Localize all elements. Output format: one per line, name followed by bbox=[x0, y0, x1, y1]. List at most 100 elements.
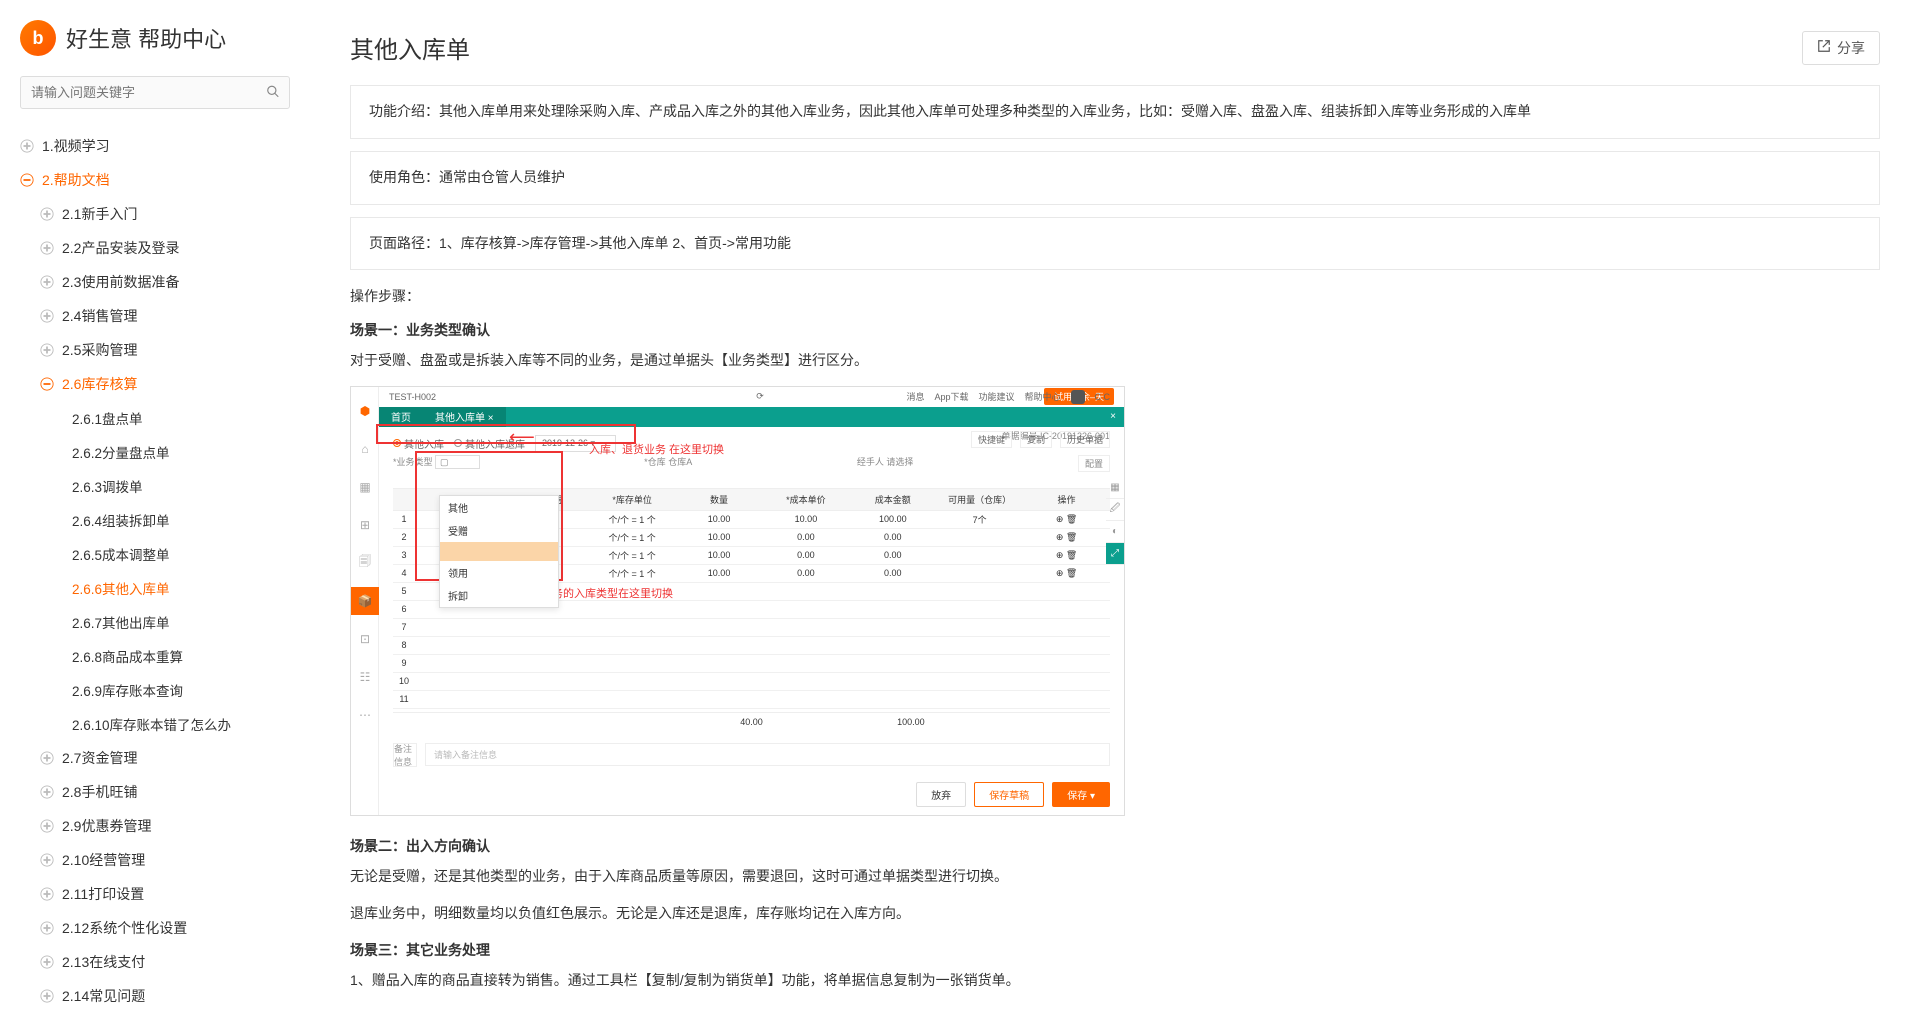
ss-biztype-dropdown: 其他受赠 领用拆卸 bbox=[439, 495, 559, 608]
ss-tool-icon: ▦ bbox=[1106, 477, 1124, 499]
intro-label: 功能介绍： bbox=[369, 103, 439, 119]
plus-icon bbox=[40, 207, 54, 221]
nav-item-l1[interactable]: 1.视频学习 bbox=[20, 129, 310, 163]
nav-item-l2[interactable]: 2.10经营管理 bbox=[20, 843, 310, 877]
ss-nav-icon: ☷ bbox=[351, 663, 379, 691]
ss-config-button: 配置 bbox=[1078, 455, 1110, 472]
annotation-1: 入库、退货业务 在这里切换 bbox=[589, 441, 724, 457]
ss-top-link: 帮助中心 bbox=[1024, 390, 1060, 403]
scene3-text: 1、赠品入库的商品直接转为销售。通过工具栏【复制/复制为销货单】功能，将单据信息… bbox=[350, 968, 1880, 993]
ss-total-amount: 100.00 bbox=[871, 717, 951, 727]
scene3-title: 场景三：其它业务处理 bbox=[350, 940, 1880, 960]
ss-top-link: App下载 bbox=[934, 390, 968, 403]
ss-empty-row: 10 bbox=[393, 673, 1110, 691]
nav-item-l3[interactable]: 2.6.7其他出库单 bbox=[20, 605, 310, 639]
nav-item-l3[interactable]: 2.6.4组装拆卸单 bbox=[20, 503, 310, 537]
ss-nav-icon: ⋯ bbox=[351, 701, 379, 729]
nav-item-l3[interactable]: 2.6.8商品成本重算 bbox=[20, 639, 310, 673]
ss-logo-icon: ⬢ bbox=[351, 397, 379, 425]
nav-item-l2[interactable]: 2.8手机旺铺 bbox=[20, 775, 310, 809]
ss-dropdown-item: 拆卸 bbox=[440, 584, 558, 607]
role-text: 通常由仓管人员维护 bbox=[439, 169, 565, 185]
search-icon[interactable] bbox=[266, 84, 280, 101]
ss-top-link: 消息 bbox=[906, 390, 924, 403]
nav-item-l2[interactable]: 2.12系统个性化设置 bbox=[20, 911, 310, 945]
ss-quick-tool: 历史单据 bbox=[1060, 431, 1110, 448]
ss-nav-icon: ⊞ bbox=[351, 511, 379, 539]
ss-empty-row: 11 bbox=[393, 691, 1110, 709]
ss-org: TEST-H002 bbox=[389, 392, 436, 402]
ss-nav-icon-active: 📦 bbox=[351, 587, 379, 615]
screenshot-1: ⬢ ⌂ ▦ ⊞ 🗐 📦 ⊡ ☷ ⋯ TEST-H002 ⟳ 试用剩余–天 消息A… bbox=[350, 386, 1125, 816]
nav-item-l2[interactable]: 2.7资金管理 bbox=[20, 741, 310, 775]
steps-label: 操作步骤： bbox=[350, 286, 1880, 306]
nav-item-l3[interactable]: 2.6.3调拨单 bbox=[20, 469, 310, 503]
ss-tab-home: 首页 bbox=[379, 407, 423, 427]
nav-item-l3[interactable]: 2.6.10库存账本错了怎么办 bbox=[20, 707, 310, 741]
minus-icon bbox=[20, 173, 34, 187]
role-label: 使用角色： bbox=[369, 169, 439, 185]
nav-item-l1[interactable]: 2.帮助文档 bbox=[20, 163, 310, 197]
page-title: 其他入库单 bbox=[350, 30, 470, 65]
ss-empty-row: 8 bbox=[393, 637, 1110, 655]
ss-topbar: TEST-H002 ⟳ 试用剩余–天 消息App下载功能建议帮助中心C C bbox=[379, 387, 1124, 407]
nav-item-l3[interactable]: 2.6.2分量盘点单 bbox=[20, 435, 310, 469]
ss-field-handler: 请选择 bbox=[886, 457, 913, 467]
logo-icon: b bbox=[20, 20, 56, 56]
ss-tool-icon: 🖉 bbox=[1106, 499, 1124, 521]
brand-row: b 好生意 帮助中心 bbox=[20, 20, 310, 56]
role-box: 使用角色：通常由仓管人员维护 bbox=[350, 151, 1880, 205]
ss-th-cell: 操作 bbox=[1023, 489, 1110, 510]
ss-quick-tools: 快捷键复制历史单据 bbox=[971, 431, 1110, 448]
scene2-text2: 退库业务中，明细数量均以负值红色展示。无论是入库还是退库，库存账均记在入库方向。 bbox=[350, 901, 1880, 926]
nav-item-l2[interactable]: 2.4销售管理 bbox=[20, 299, 310, 333]
nav-item-l3[interactable]: 2.6.9库存账本查询 bbox=[20, 673, 310, 707]
ss-field-warehouse-label: *仓库 bbox=[644, 457, 666, 467]
plus-icon bbox=[40, 887, 54, 901]
nav-item-l2[interactable]: 2.11打印设置 bbox=[20, 877, 310, 911]
ss-th-cell bbox=[393, 489, 415, 510]
share-button[interactable]: 分享 bbox=[1802, 31, 1880, 65]
ss-th-cell: *成本单价 bbox=[763, 489, 850, 510]
plus-icon bbox=[40, 241, 54, 255]
nav-item-l2[interactable]: 2.13在线支付 bbox=[20, 945, 310, 979]
brand-text: 好生意 帮助中心 bbox=[66, 22, 226, 54]
plus-icon bbox=[20, 139, 34, 153]
nav-item-l2[interactable]: 2.1新手入门 bbox=[20, 197, 310, 231]
plus-icon bbox=[40, 275, 54, 289]
ss-switch-icon: ⟳ bbox=[756, 391, 764, 401]
nav-item-l3[interactable]: 2.6.1盘点单 bbox=[20, 401, 310, 435]
nav-item-l3[interactable]: 2.6.6其他入库单 bbox=[20, 571, 310, 605]
nav-item-l2[interactable]: 2.14常见问题 bbox=[20, 979, 310, 1013]
ss-draft-button: 保存草稿 bbox=[974, 782, 1044, 807]
ss-content: 单据编号 IC-20191226-001 其他入库 其他入库退库 2019-12… bbox=[379, 427, 1124, 815]
ss-memo-row: 备注信息 请输入备注信息 bbox=[393, 743, 1110, 767]
ss-empty-row: 9 bbox=[393, 655, 1110, 673]
nav-item-l2[interactable]: 2.6库存核算 bbox=[20, 367, 310, 401]
search-input[interactable] bbox=[20, 76, 290, 109]
nav-item-l2[interactable]: 2.9优惠券管理 bbox=[20, 809, 310, 843]
ss-field-biztype-label: *业务类型 bbox=[393, 457, 433, 467]
ss-nav-icon: 🗐 bbox=[351, 549, 379, 577]
ss-tool-icon: ◐ bbox=[1106, 521, 1124, 543]
nav-item-l2[interactable]: 2.2产品安装及登录 bbox=[20, 231, 310, 265]
ss-sidebar: ⬢ ⌂ ▦ ⊞ 🗐 📦 ⊡ ☷ ⋯ bbox=[351, 387, 379, 815]
ss-memo-label: 备注信息 bbox=[393, 743, 417, 767]
nav-tree: 1.视频学习2.帮助文档2.1新手入门2.2产品安装及登录2.3使用前数据准备2… bbox=[20, 129, 310, 1013]
plus-icon bbox=[40, 853, 54, 867]
ss-dropdown-item: 其他 bbox=[440, 496, 558, 519]
ss-field-handler-label: 经手人 bbox=[857, 457, 884, 467]
ss-th-cell: *库存单位 bbox=[589, 489, 676, 510]
share-icon bbox=[1817, 39, 1831, 56]
nav-item-l3[interactable]: 2.6.5成本调整单 bbox=[20, 537, 310, 571]
plus-icon bbox=[40, 785, 54, 799]
scene1-text: 对于受赠、盘盈或是拆装入库等不同的业务，是通过单据头【业务类型】进行区分。 bbox=[350, 348, 1880, 373]
main-content: 其他入库单 分享 功能介绍：其他入库单用来处理除采购入库、产成品入库之外的其他入… bbox=[310, 0, 1920, 1035]
ss-field-row: *业务类型 ▢ *仓库 仓库A 经手人 请选择 配置 bbox=[393, 455, 1110, 472]
nav-item-l2[interactable]: 2.3使用前数据准备 bbox=[20, 265, 310, 299]
avatar bbox=[1071, 390, 1085, 404]
nav-item-l2[interactable]: 2.5采购管理 bbox=[20, 333, 310, 367]
ss-empty-row: 7 bbox=[393, 619, 1110, 637]
ss-top-link: C C bbox=[1095, 392, 1111, 402]
ss-th-cell: 数量 bbox=[676, 489, 763, 510]
